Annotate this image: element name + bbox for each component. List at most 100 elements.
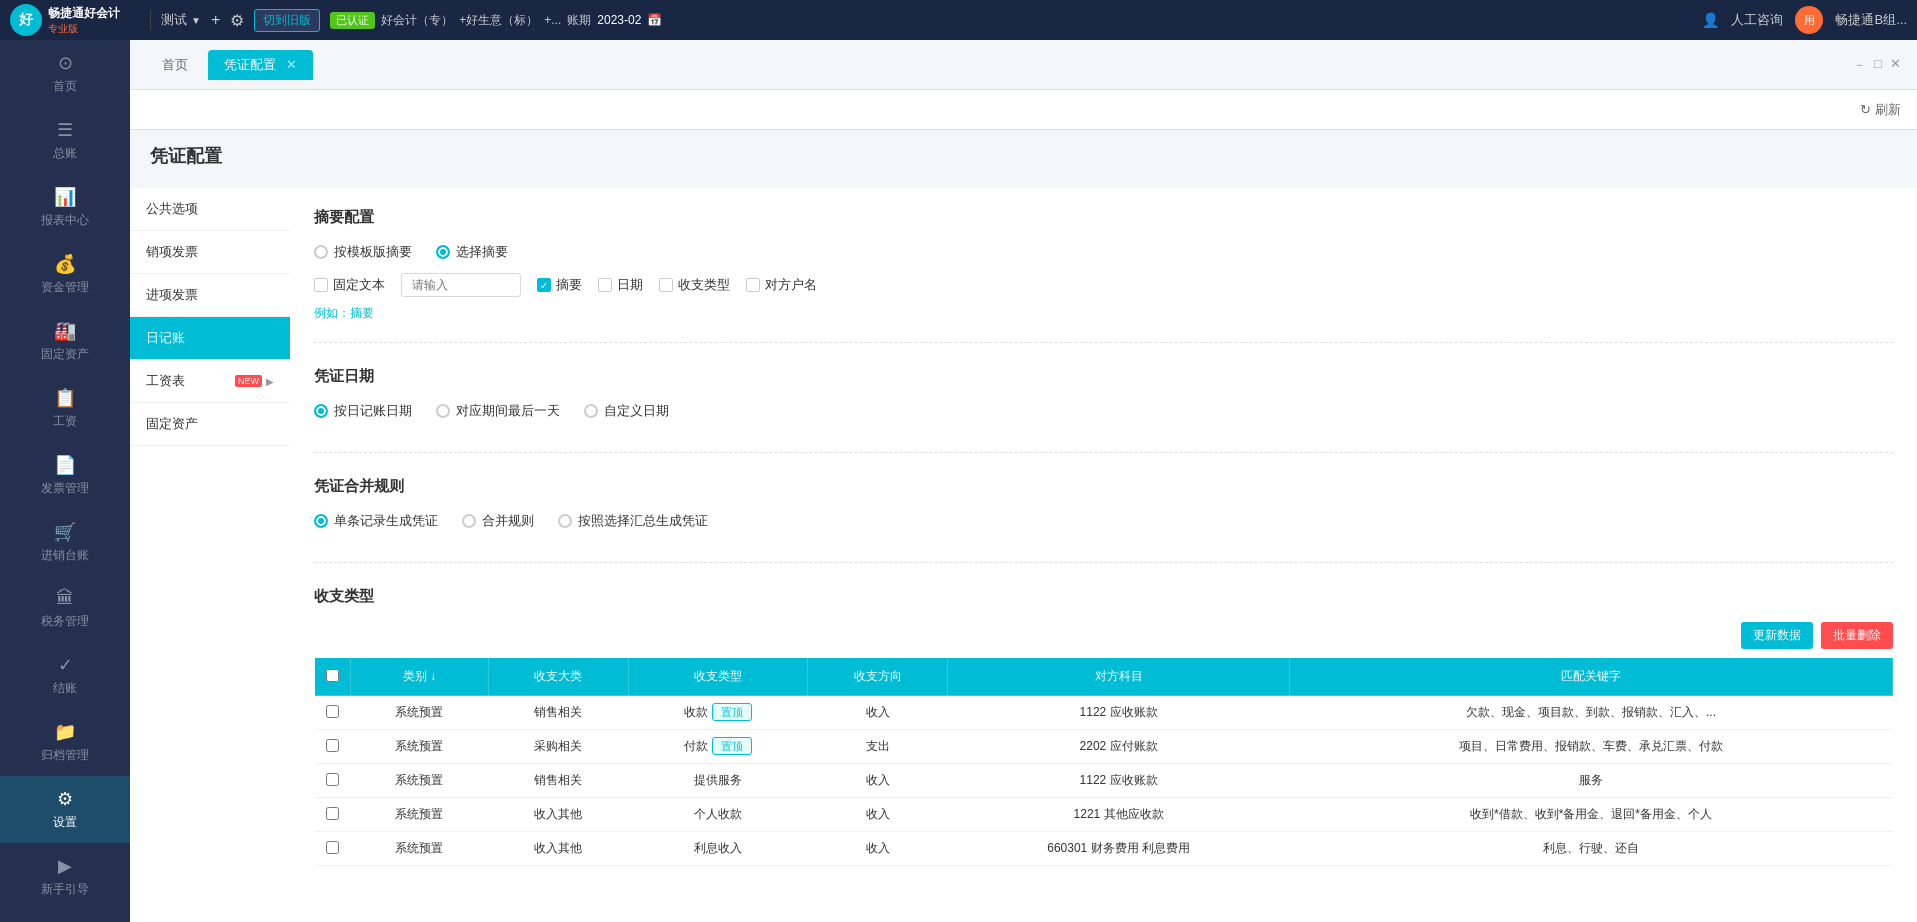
radio-circle-template — [314, 245, 328, 259]
sidebar-item-home[interactable]: ⊙ 首页 — [0, 40, 130, 107]
sidebar-item-ledger[interactable]: ☰ 总账 — [0, 107, 130, 174]
checkbox-counterpart[interactable]: 对方户名 — [746, 276, 817, 294]
sidebar-item-purchase[interactable]: 🛒 进销台账 — [0, 509, 130, 576]
sidebar-item-funds[interactable]: 💰 资金管理 — [0, 241, 130, 308]
maximize-icon[interactable]: □ — [1874, 56, 1882, 74]
summary-config-section: 摘要配置 按模板版摘要 选择摘要 — [314, 208, 1893, 343]
user-name[interactable]: 畅捷通B组... — [1835, 11, 1907, 29]
row-checkbox-2[interactable] — [326, 773, 339, 786]
row-checkbox-1[interactable] — [326, 739, 339, 752]
tab-home[interactable]: 首页 — [146, 50, 204, 80]
logo-text: 畅捷通好会计 专业版 — [48, 5, 120, 36]
main-layout: ⊙ 首页 ☰ 总账 📊 报表中心 💰 资金管理 🏭 固定资产 📋 工资 📄 发票… — [0, 40, 1917, 922]
topbar-right: 👤 人工咨询 用 畅捷通B组... — [1702, 6, 1907, 34]
row-checkbox-0[interactable] — [326, 705, 339, 718]
checkbox-type[interactable]: 收支类型 — [659, 276, 730, 294]
refresh-btn[interactable]: ↻ 刷新 — [1860, 101, 1901, 119]
update-data-btn[interactable]: 更新数据 — [1741, 622, 1813, 649]
good-biz-label: +好生意（标） — [459, 12, 538, 29]
top-tag-0[interactable]: 置顶 — [712, 703, 752, 721]
checkbox-row: 固定文本 ✓ 摘要 日期 — [314, 273, 1893, 297]
select-all-checkbox[interactable] — [326, 669, 339, 682]
switch-old-btn[interactable]: 切到旧版 — [254, 9, 320, 32]
chevron-right-icon: ▶ — [266, 376, 274, 387]
left-nav: 公共选项 销项发票 进项发票 日记账 工资表 NEW ▶ 固定资产 — [130, 188, 290, 922]
settings-sidebar-icon: ⚙ — [57, 788, 73, 810]
sidebar-item-settle[interactable]: ✓ 结账 — [0, 642, 130, 709]
avatar: 用 — [1795, 6, 1823, 34]
close-icon[interactable]: ✕ — [1890, 56, 1901, 74]
purchase-icon: 🛒 — [54, 521, 76, 543]
merge-rules-section: 凭证合并规则 单条记录生成凭证 合并规则 — [314, 477, 1893, 563]
radio-circle-single — [314, 514, 328, 528]
checkbox-fixed-text[interactable]: 固定文本 — [314, 276, 385, 294]
tab-close-icon[interactable]: ✕ — [286, 57, 297, 72]
top-tag-1[interactable]: 置顶 — [712, 737, 752, 755]
summary-radio-group: 按模板版摘要 选择摘要 — [314, 243, 1893, 261]
checkbox-box-counterpart — [746, 278, 760, 292]
invoice-icon: 📄 — [54, 454, 76, 476]
tabbar: 首页 凭证配置 ✕ － □ ✕ — [130, 40, 1917, 90]
nav-item-purchase-inv[interactable]: 进项发票 — [130, 274, 290, 317]
col-big-type: 收支大类 — [488, 658, 628, 696]
sidebar-item-invoice[interactable]: 📄 发票管理 — [0, 442, 130, 509]
col-direction: 收支方向 — [808, 658, 948, 696]
nav-item-payroll-tbl[interactable]: 工资表 NEW ▶ — [130, 360, 290, 403]
add-icon[interactable]: + — [211, 11, 220, 29]
batch-delete-btn[interactable]: 批量删除 — [1821, 622, 1893, 649]
table-row: 系统预置 销售相关 提供服务 收入 1122 应收账款 服务 — [315, 764, 1893, 798]
income-expense-title: 收支类型 — [314, 587, 1893, 606]
page-title-area: 凭证配置 — [130, 130, 1917, 188]
report-icon: 📊 — [54, 186, 76, 208]
checkbox-summary[interactable]: ✓ 摘要 — [537, 276, 582, 294]
chevron-down-icon: ▼ — [191, 15, 201, 26]
sidebar-item-payroll[interactable]: 📋 工资 — [0, 375, 130, 442]
sidebar-item-member[interactable]: ♡ 畅会员 — [0, 910, 130, 922]
radio-select-total[interactable]: 按照选择汇总生成凭证 — [558, 512, 708, 530]
checkbox-date[interactable]: 日期 — [598, 276, 643, 294]
radio-circle-merge — [462, 514, 476, 528]
tab-voucher-config[interactable]: 凭证配置 ✕ — [208, 50, 313, 80]
radio-select[interactable]: 选择摘要 — [436, 243, 508, 261]
radio-merge[interactable]: 合并规则 — [462, 512, 534, 530]
income-expense-table: 类别 ↓ 收支大类 收支类型 收支方向 对方科目 匹配关键字 — [314, 657, 1893, 866]
sidebar-item-archive[interactable]: 📁 归档管理 — [0, 709, 130, 776]
table-row: 系统预置 收入其他 利息收入 收入 660301 财务费用 利息费用 利息、行驶… — [315, 832, 1893, 866]
consult-label[interactable]: 人工咨询 — [1731, 11, 1783, 29]
nav-item-sales[interactable]: 销项发票 — [130, 231, 290, 274]
radio-custom[interactable]: 自定义日期 — [584, 402, 669, 420]
sidebar-item-settings[interactable]: ⚙ 设置 — [0, 776, 130, 843]
fixed-text-input[interactable] — [401, 273, 521, 297]
consult-icon: 👤 — [1702, 12, 1719, 28]
test-dropdown[interactable]: 测试 ▼ — [161, 11, 201, 29]
radio-journal-date[interactable]: 按日记账日期 — [314, 402, 412, 420]
row-checkbox-3[interactable] — [326, 807, 339, 820]
assets-icon: 🏭 — [54, 320, 76, 342]
period-label: 账期 — [567, 12, 591, 29]
radio-period-last[interactable]: 对应期间最后一天 — [436, 402, 560, 420]
radio-single[interactable]: 单条记录生成凭证 — [314, 512, 438, 530]
inner-layout: 公共选项 销项发票 进项发票 日记账 工资表 NEW ▶ 固定资产 — [130, 188, 1917, 922]
sidebar-item-report[interactable]: 📊 报表中心 — [0, 174, 130, 241]
income-expense-section: 收支类型 更新数据 批量删除 类别 ↓ 收支大类 收支类 — [314, 587, 1893, 886]
calendar-icon[interactable]: 📅 — [647, 13, 662, 27]
sidebar-item-tax[interactable]: 🏛 税务管理 — [0, 576, 130, 642]
radio-circle-select-total — [558, 514, 572, 528]
sidebar-item-assets[interactable]: 🏭 固定资产 — [0, 308, 130, 375]
minimize-icon[interactable]: － — [1853, 56, 1866, 74]
radio-circle-period-last — [436, 404, 450, 418]
sidebar-item-newguide[interactable]: ▶ 新手引导 — [0, 843, 130, 910]
nav-item-public[interactable]: 公共选项 — [130, 188, 290, 231]
content-area: 首页 凭证配置 ✕ － □ ✕ ↻ 刷新 凭证配置 — [130, 40, 1917, 922]
table-row: 系统预置 收入其他 个人收款 收入 1221 其他应收款 收到*借款、收到*备用… — [315, 798, 1893, 832]
settings-icon[interactable]: ⚙ — [230, 11, 244, 30]
radio-template[interactable]: 按模板版摘要 — [314, 243, 412, 261]
funds-icon: 💰 — [54, 253, 76, 275]
radio-circle-journal-date — [314, 404, 328, 418]
nav-item-journal[interactable]: 日记账 — [130, 317, 290, 360]
merge-rules-radio-group: 单条记录生成凭证 合并规则 按照选择汇总生成凭证 — [314, 512, 1893, 530]
row-checkbox-4[interactable] — [326, 841, 339, 854]
voucher-date-section: 凭证日期 按日记账日期 对应期间最后一天 — [314, 367, 1893, 453]
logo-icon: 好 — [10, 4, 42, 36]
nav-item-fixed-assets[interactable]: 固定资产 — [130, 403, 290, 446]
